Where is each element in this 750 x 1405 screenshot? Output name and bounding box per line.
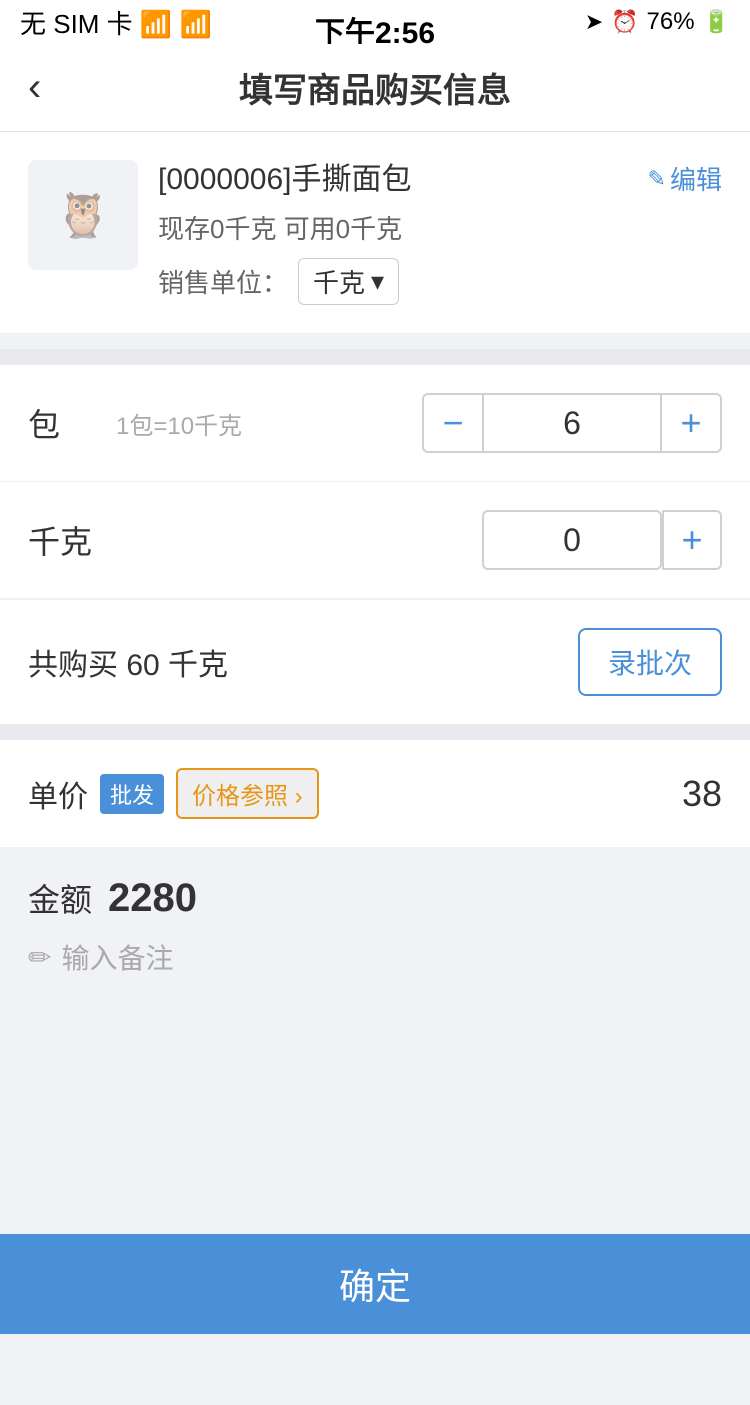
unit-label: 销售单位： [158,263,288,300]
price-label-row: 单价 批发 价格参照 › [28,768,319,819]
amount-row: 金额 2280 [28,875,722,921]
amount-value: 2280 [108,876,197,921]
bag-quantity-input[interactable] [482,393,662,453]
product-section: 🦉 [0000006]手撕面包 ✎ 编辑 现存0千克 可用0千克 销售单位： 千… [0,132,750,333]
bag-quantity-controls: − + [422,393,722,453]
product-unit-row: 销售单位： 千克 ▾ [158,258,722,305]
confirm-button[interactable]: 确定 [0,1234,750,1334]
amount-section: 金额 2280 ✏ 输入备注 [0,847,750,1005]
dropdown-arrow-icon: ▾ [371,266,384,297]
pencil-icon: ✏ [28,941,51,974]
product-thumbnail: 🦉 [56,189,111,241]
bag-hint: 1包=10千克 [116,406,422,441]
quantity-section: 包 1包=10千克 − + 千克 + 共购买 60 千克 录批次 [0,365,750,724]
kg-quantity-input[interactable] [482,510,662,570]
total-label: 共购买 60 千克 [28,640,228,684]
nav-bar: ‹ 填写商品购买信息 [0,44,750,132]
bag-plus-button[interactable]: + [662,393,722,453]
battery-icon: 🔋 [703,9,730,35]
product-image: 🦉 [28,160,138,270]
price-label: 单价 [28,772,88,816]
section-divider-1 [0,349,750,365]
edit-label: 编辑 [670,160,722,197]
carrier-wifi: 无 SIM 卡 📶 📶 [20,4,212,41]
kg-quantity-row: 千克 + [0,482,750,599]
kg-plus-button[interactable]: + [662,510,722,570]
page-title: 填写商品购买信息 [239,63,511,112]
unit-value: 千克 [313,263,365,300]
note-placeholder: 输入备注 [61,937,173,977]
edit-button[interactable]: ✎ 编辑 [648,160,722,197]
record-batch-button[interactable]: 录批次 [578,628,722,696]
product-info: [0000006]手撕面包 ✎ 编辑 现存0千克 可用0千克 销售单位： 千克 … [158,160,722,305]
edit-icon: ✎ [648,166,666,192]
amount-label: 金额 [28,875,92,921]
status-bar: 无 SIM 卡 📶 📶 下午2:56 ➤ ⏰ 76% 🔋 [0,0,750,44]
section-divider-2 [0,724,750,740]
kg-label: 千克 [28,517,108,563]
bag-quantity-row: 包 1包=10千克 − + [0,365,750,482]
price-section: 单价 批发 价格参照 › 38 [0,740,750,847]
unit-dropdown[interactable]: 千克 ▾ [298,258,399,305]
kg-quantity-controls: + [482,510,722,570]
product-stock: 现存0千克 可用0千克 [158,209,722,246]
alarm-icon: ⏰ [611,9,638,35]
location-icon: ➤ [585,9,603,35]
price-value: 38 [682,773,722,815]
battery: 76% [647,8,695,36]
back-button[interactable]: ‹ [28,65,41,110]
status-right: ➤ ⏰ 76% 🔋 [585,8,730,36]
note-row[interactable]: ✏ 输入备注 [28,937,722,977]
bag-minus-button[interactable]: − [422,393,482,453]
price-badge: 批发 [100,774,164,814]
product-name: [0000006]手撕面包 [158,160,411,199]
total-row: 共购买 60 千克 录批次 [0,599,750,724]
product-name-row: [0000006]手撕面包 ✎ 编辑 [158,160,722,199]
price-reference-button[interactable]: 价格参照 › [176,768,319,819]
bag-label: 包 [28,400,108,446]
